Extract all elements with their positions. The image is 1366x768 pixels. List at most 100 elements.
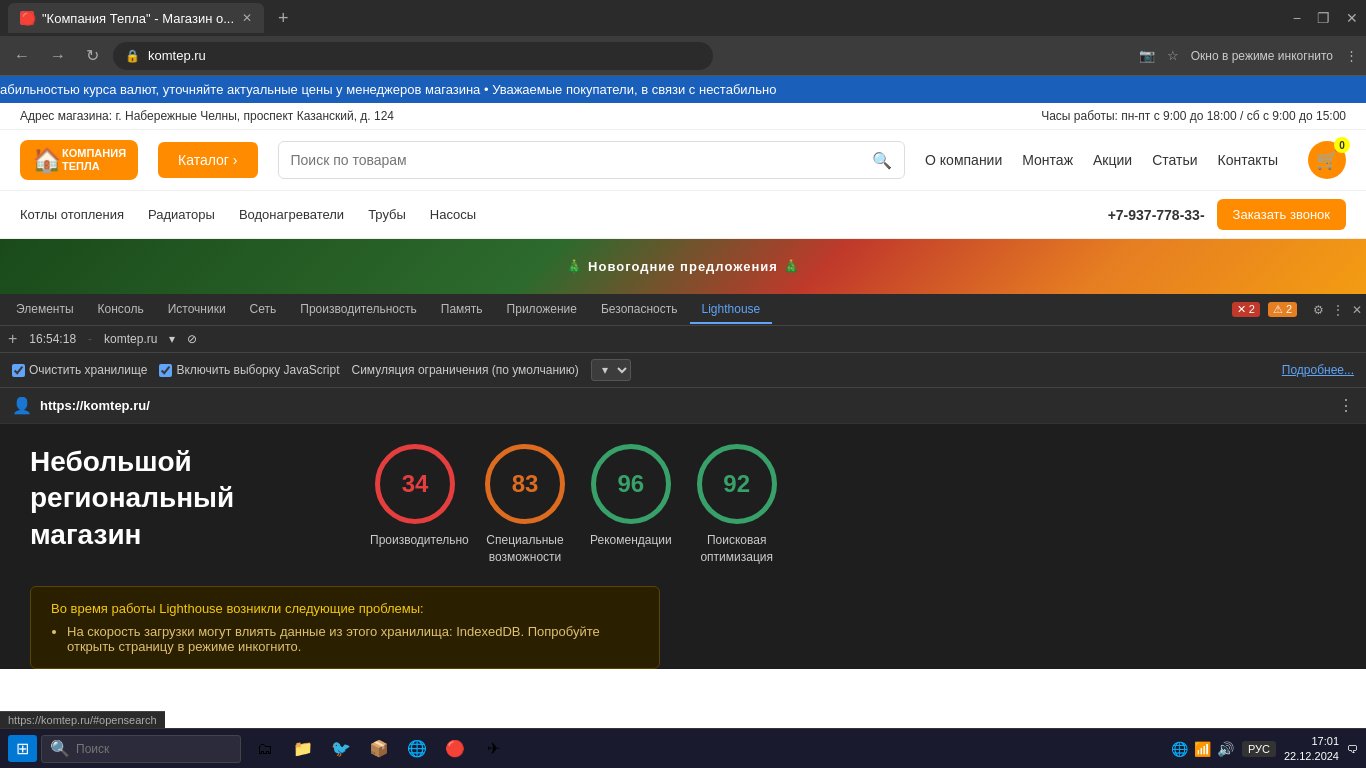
taskbar-icon-files[interactable]: 🗂 [249,733,281,765]
devtools-toolbar: + 16:54:18 - komtep.ru ▾ ⊘ [0,326,1366,353]
error-badge: ✕ 2 [1232,302,1260,317]
nav-kontakty[interactable]: Контакты [1218,152,1278,168]
taskbar-language: РУС [1242,741,1276,757]
lighthouse-header: 👤 https://komtep.ru/ ⋮ [0,388,1366,424]
notification-icon[interactable]: 🗨 [1347,743,1358,755]
lighthouse-scores: 34 Производительно 83 Специальные возмож… [370,444,782,566]
cart-button[interactable]: 🛒 0 [1308,141,1346,179]
taskbar-icon-app2[interactable]: ✈ [477,733,509,765]
score-seo-circle: 92 [697,444,777,524]
refresh-button[interactable]: ↻ [80,42,105,69]
close-devtools-icon[interactable]: ✕ [1352,303,1362,317]
taskbar-search-input[interactable] [76,742,232,756]
nav-montaj[interactable]: Монтаж [1022,152,1073,168]
taskbar-icon-app1[interactable]: 🔴 [439,733,471,765]
start-button[interactable]: ⊞ [8,735,37,762]
clear-storage-checkbox[interactable] [12,364,25,377]
search-icon: 🔍 [872,151,892,170]
tab-favicon: 🔴 [20,11,34,25]
bookmark-icon[interactable]: ☆ [1167,48,1179,63]
taskbar: ⊞ 🔍 🗂 📁 🐦 📦 🌐 🔴 ✈ 🌐 📶 🔊 РУС 17:01 22.12.… [0,728,1366,768]
marquee-bar: абильностью курса валют, уточняйте актуа… [0,76,1366,103]
search-bar[interactable]: 🔍 [278,141,906,179]
tab-close-button[interactable]: ✕ [242,11,252,25]
toolbar-time: 16:54:18 [29,332,76,346]
score-accessibility: 83 Специальные возможности [480,444,570,566]
taskbar-icon-browser[interactable]: 🌐 [401,733,433,765]
tab-application[interactable]: Приложение [495,296,589,324]
tab-performance[interactable]: Производительность [288,296,428,324]
score-accessibility-label: Специальные возможности [480,532,570,566]
close-window-button[interactable]: ✕ [1346,10,1358,26]
taskbar-search-icon: 🔍 [50,739,70,758]
back-button[interactable]: ← [8,43,36,69]
warning-item: На скорость загрузки могут влиять данные… [67,624,639,654]
more-link[interactable]: Подробнее... [1282,363,1354,377]
taskbar-icon-bird[interactable]: 🐦 [325,733,357,765]
title-bar: 🔴 "Компания Тепла" - Магазин о... ✕ + − … [0,0,1366,36]
add-icon[interactable]: + [8,330,17,348]
browser-tab[interactable]: 🔴 "Компания Тепла" - Магазин о... ✕ [8,3,264,33]
new-tab-button[interactable]: + [270,8,297,29]
catalog-button[interactable]: Каталог › [158,142,257,178]
logo-text: КОМПАНИЯТЕПЛА [62,147,126,173]
network-icons: 🌐 📶 🔊 [1171,741,1234,757]
clear-icon[interactable]: ⊘ [187,332,197,346]
tab-sources[interactable]: Источники [156,296,238,324]
forward-button[interactable]: → [44,43,72,69]
logo-house-icon: 🏠 [32,146,62,174]
tab-security[interactable]: Безопасность [589,296,690,324]
warning-list: На скорость загрузки могут влиять данные… [51,624,639,654]
main-nav-links: О компании Монтаж Акции Статьи Контакты [925,152,1278,168]
nav-bar: ← → ↻ 🔒 komtep.ru 📷 ☆ Окно в режиме инко… [0,36,1366,76]
score-accessibility-circle: 83 [485,444,565,524]
category-vodonagrevateli[interactable]: Водонагреватели [239,207,344,222]
sim-dropdown[interactable]: ▾ [591,359,631,381]
lighthouse-options-button[interactable]: ⋮ [1338,396,1354,415]
maximize-button[interactable]: ❐ [1317,10,1330,26]
address-bar[interactable]: 🔒 komtep.ru [113,42,713,70]
lighthouse-warning-box: Во время работы Lighthouse возникли след… [30,586,660,669]
taskbar-search[interactable]: 🔍 [41,735,241,763]
dropdown-arrow[interactable]: ▾ [169,332,175,346]
info-bar: Адрес магазина: г. Набережные Челны, про… [0,103,1366,130]
dock-icon[interactable]: ⋮ [1332,303,1344,317]
marquee-text: абильностью курса валют, уточняйте актуа… [0,82,776,97]
taskbar-icon-folder[interactable]: 📁 [287,733,319,765]
category-truby[interactable]: Трубы [368,207,406,222]
tab-lighthouse[interactable]: Lighthouse [690,296,773,324]
tab-console[interactable]: Консоль [86,296,156,324]
category-radiatory[interactable]: Радиаторы [148,207,215,222]
tab-network[interactable]: Сеть [238,296,289,324]
nav-company[interactable]: О компании [925,152,1002,168]
title-bar-controls: − ❐ ✕ [1293,10,1358,26]
minimize-button[interactable]: − [1293,10,1301,26]
score-performance: 34 Производительно [370,444,460,549]
cart-badge: 0 [1334,137,1350,153]
category-kotly[interactable]: Котлы отопления [20,207,124,222]
banner: 🎄 Новогодние предложения 🎄 [0,239,1366,294]
search-input[interactable] [291,152,873,168]
devtools-options: Очистить хранилище Включить выборку Java… [0,353,1366,388]
score-performance-circle: 34 [375,444,455,524]
taskbar-icon-package[interactable]: 📦 [363,733,395,765]
js-sampling-label: Включить выборку JavaScript [176,363,339,377]
js-sampling-option[interactable]: Включить выборку JavaScript [159,363,339,377]
tab-memory[interactable]: Память [429,296,495,324]
categories-list: Котлы отопления Радиаторы Водонагревател… [20,207,476,222]
menu-icon[interactable]: ⋮ [1345,48,1358,63]
tab-elements[interactable]: Элементы [4,296,86,324]
clear-storage-option[interactable]: Очистить хранилище [12,363,147,377]
warning-badge: ⚠ 2 [1268,302,1297,317]
logo[interactable]: 🏠 КОМПАНИЯТЕПЛА [20,140,138,180]
store-address: Адрес магазина: г. Набережные Челны, про… [20,109,394,123]
settings-icon[interactable]: ⚙ [1313,303,1324,317]
js-sampling-checkbox[interactable] [159,364,172,377]
nav-akcii[interactable]: Акции [1093,152,1132,168]
nav-stati[interactable]: Статьи [1152,152,1197,168]
order-call-button[interactable]: Заказать звонок [1217,199,1346,230]
score-seo: 92 Поисковая оптимизация [692,444,782,566]
category-nasosy[interactable]: Насосы [430,207,476,222]
status-url-bar: https://komtep.ru/#opensearch [0,711,165,728]
devtools-tabs: Элементы Консоль Источники Сеть Производ… [0,294,1366,326]
